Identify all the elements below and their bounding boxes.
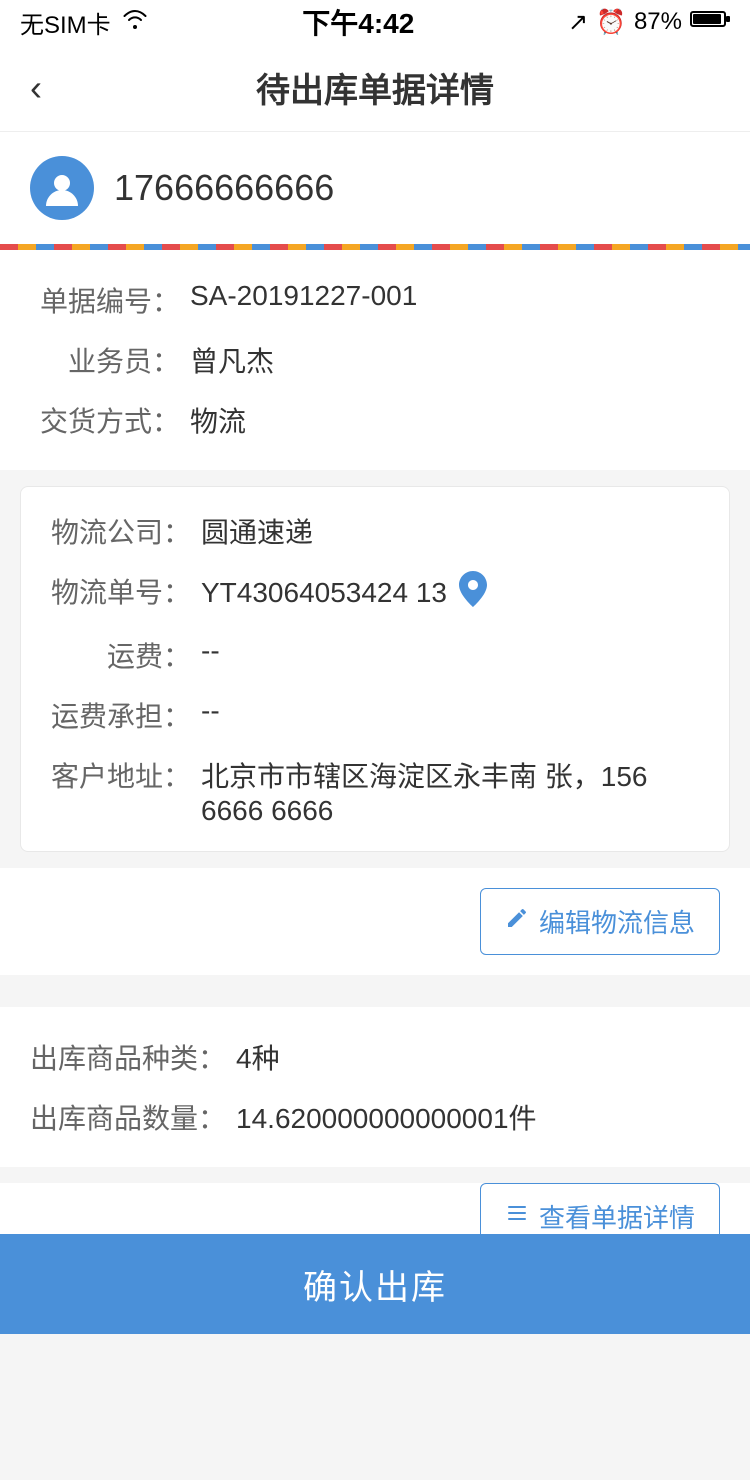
- logistics-company-value: 圆通速递: [201, 511, 709, 551]
- order-no-value: SA-20191227-001: [190, 280, 720, 312]
- delivery-type-value: 物流: [190, 400, 720, 440]
- edit-logistics-button[interactable]: 编辑物流信息: [480, 888, 720, 955]
- tracking-location-icon[interactable]: [459, 571, 487, 615]
- salesperson-label: 业务员：: [30, 340, 190, 380]
- address-row: 客户地址： 北京市市辖区海淀区永丰南 张，156 6666 6666: [41, 755, 709, 827]
- order-no-row: 单据编号： SA-20191227-001: [30, 280, 720, 320]
- tracking-number: YT43064053424 13: [201, 577, 447, 609]
- status-bar: 无SIM卡 下午4:42 ↗ ⏰ 87%: [0, 0, 750, 44]
- salesperson-row: 业务员： 曾凡杰: [30, 340, 720, 380]
- logistics-box: 物流公司： 圆通速递 物流单号： YT43064053424 13 运费： --…: [20, 486, 730, 852]
- edit-logistics-label: 编辑物流信息: [539, 903, 695, 940]
- delivery-type-label: 交货方式：: [30, 400, 190, 440]
- product-types-value: 4种: [236, 1037, 720, 1077]
- address-value: 北京市市辖区海淀区永丰南 张，156 6666 6666: [201, 755, 709, 827]
- status-time: 下午4:42: [302, 2, 414, 42]
- freight-bearer-row: 运费承担： --: [41, 695, 709, 735]
- product-quantity-value: 14.620000000000001件: [236, 1097, 720, 1137]
- freight-bearer-value: --: [201, 695, 709, 727]
- carrier-text: 无SIM卡: [20, 5, 111, 40]
- tracking-value: YT43064053424 13: [201, 571, 709, 615]
- customer-header: 17666666666: [0, 132, 750, 244]
- confirm-button[interactable]: 确认出库: [303, 1260, 447, 1309]
- avatar: [30, 156, 94, 220]
- salesperson-value: 曾凡杰: [190, 340, 720, 380]
- nav-bar: ‹ 待出库单据详情: [0, 44, 750, 132]
- battery-icon: [690, 8, 730, 36]
- logistics-company-label: 物流公司：: [41, 511, 201, 551]
- order-info-section: 单据编号： SA-20191227-001 业务员： 曾凡杰 交货方式： 物流: [0, 250, 750, 470]
- product-types-label: 出库商品种类：: [30, 1037, 236, 1077]
- back-button[interactable]: ‹: [30, 67, 42, 109]
- freight-row: 运费： --: [41, 635, 709, 675]
- freight-value: --: [201, 635, 709, 667]
- product-types-row: 出库商品种类： 4种: [30, 1037, 720, 1077]
- status-left: 无SIM卡: [20, 5, 149, 40]
- product-quantity-label: 出库商品数量：: [30, 1097, 236, 1137]
- product-quantity-row: 出库商品数量： 14.620000000000001件: [30, 1097, 720, 1137]
- view-detail-label: 查看单据详情: [539, 1198, 695, 1235]
- bottom-bar: 确认出库: [0, 1234, 750, 1334]
- section-divider: [0, 991, 750, 1007]
- freight-bearer-label: 运费承担：: [41, 695, 201, 735]
- edit-logistics-section: 编辑物流信息: [0, 868, 750, 975]
- wifi-icon: [121, 8, 149, 36]
- delivery-type-row: 交货方式： 物流: [30, 400, 720, 440]
- status-right: ↗ ⏰ 87%: [568, 8, 730, 37]
- address-label: 客户地址：: [41, 755, 201, 795]
- battery-text: 87%: [634, 8, 682, 36]
- freight-label: 运费：: [41, 635, 201, 675]
- product-summary: 出库商品种类： 4种 出库商品数量： 14.620000000000001件: [0, 1007, 750, 1167]
- location-icon: ↗: [568, 8, 588, 37]
- edit-icon: [505, 906, 529, 937]
- list-icon: [505, 1201, 529, 1232]
- logistics-company-row: 物流公司： 圆通速递: [41, 511, 709, 551]
- tracking-row: 物流单号： YT43064053424 13: [41, 571, 709, 615]
- customer-phone: 17666666666: [114, 167, 334, 209]
- order-no-label: 单据编号：: [30, 280, 190, 320]
- tracking-label: 物流单号：: [41, 571, 201, 611]
- page-title: 待出库单据详情: [256, 63, 494, 112]
- alarm-icon: ⏰: [596, 8, 626, 37]
